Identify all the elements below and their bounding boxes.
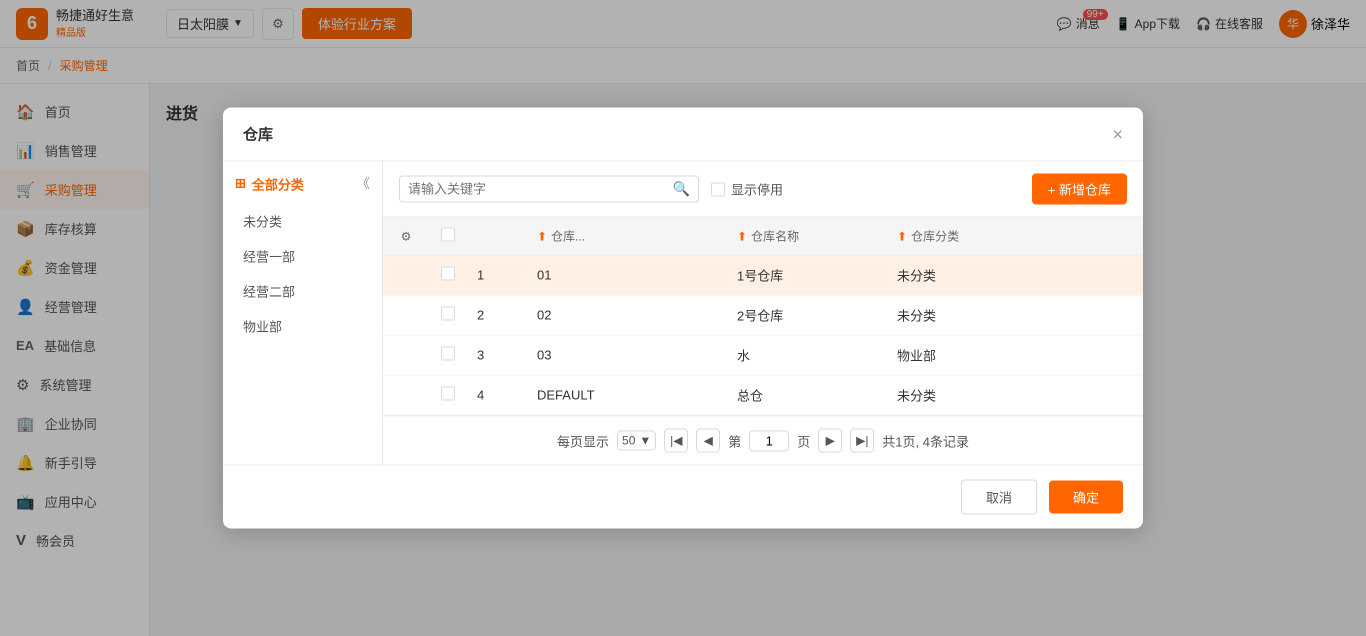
warehouse-table: ⚙ ⬆仓库... ⬆仓库名称 ⬆仓库分类 1 01 1号仓库 未分类 2 02 …: [383, 218, 1143, 416]
category-header: ⊞ 全部分类 《: [223, 174, 382, 204]
table-area: 🔍 显示停用 + 新增仓库 ⚙ ⬆仓库... ⬆仓库名称 ⬆仓库分类: [383, 162, 1143, 465]
row-check-1: [429, 255, 465, 295]
search-input-wrap: 🔍: [399, 176, 699, 203]
row-check-2: [429, 295, 465, 335]
table-scroll: ⚙ ⬆仓库... ⬆仓库名称 ⬆仓库分类 1 01 1号仓库 未分类 2 02 …: [383, 218, 1143, 416]
category-item-3[interactable]: 物业部: [223, 309, 382, 344]
category-item-2[interactable]: 经营二部: [223, 274, 382, 309]
modal-body: ⊞ 全部分类 《 未分类 经营一部 经营二部 物业部 🔍 显示停用: [223, 162, 1143, 465]
row-cat-3: 物业部: [885, 335, 1143, 375]
row-settings-1: [383, 255, 429, 295]
page-number-input[interactable]: [749, 430, 789, 451]
confirm-button[interactable]: 确定: [1049, 481, 1123, 514]
col-settings-header: ⚙: [383, 218, 429, 256]
row-cat-4: 未分类: [885, 375, 1143, 415]
table-row[interactable]: 1 01 1号仓库 未分类: [383, 255, 1143, 295]
row-settings-3: [383, 335, 429, 375]
row-checkbox-1[interactable]: [441, 267, 455, 281]
per-page-chevron: ▼: [639, 434, 651, 448]
pagination: 每页显示 50 ▼ |◀ ◀ 第 页 ▶ ▶| 共1页, 4条记录: [383, 416, 1143, 465]
modal-close-button[interactable]: ×: [1112, 125, 1123, 143]
row-name-4: 总仓: [725, 375, 885, 415]
row-num-4: 4: [465, 375, 525, 415]
row-num-3: 3: [465, 335, 525, 375]
col-code-header: ⬆仓库...: [525, 218, 725, 256]
category-sidebar: ⊞ 全部分类 《 未分类 经营一部 经营二部 物业部: [223, 162, 383, 465]
row-code-1: 01: [525, 255, 725, 295]
table-row[interactable]: 4 DEFAULT 总仓 未分类: [383, 375, 1143, 415]
table-body: 1 01 1号仓库 未分类 2 02 2号仓库 未分类 3 03 水 物业部: [383, 255, 1143, 415]
page-prev-button[interactable]: ◀: [696, 429, 720, 453]
per-page-select[interactable]: 50 ▼: [617, 431, 656, 451]
select-all-checkbox[interactable]: [441, 228, 455, 242]
per-page-value: 50: [622, 434, 635, 448]
row-settings-2: [383, 295, 429, 335]
show-disabled-text: 显示停用: [731, 180, 783, 199]
all-categories-item[interactable]: ⊞ 全部分类: [235, 174, 304, 193]
search-input[interactable]: [408, 182, 667, 197]
row-name-3: 水: [725, 335, 885, 375]
modal-header: 仓库 ×: [223, 108, 1143, 162]
total-label: 共1页, 4条记录: [882, 431, 969, 450]
col-cat-header: ⬆仓库分类: [885, 218, 1143, 256]
row-name-1: 1号仓库: [725, 255, 885, 295]
warehouse-modal: 仓库 × ⊞ 全部分类 《 未分类 经营一部 经营二部 物业部 🔍: [223, 108, 1143, 529]
col-num-header: [465, 218, 525, 256]
row-checkbox-2[interactable]: [441, 307, 455, 321]
show-disabled-checkbox[interactable]: [711, 182, 725, 196]
row-num-1: 1: [465, 255, 525, 295]
row-checkbox-3[interactable]: [441, 347, 455, 361]
row-code-2: 02: [525, 295, 725, 335]
show-disabled-label[interactable]: 显示停用: [711, 180, 783, 199]
row-settings-4: [383, 375, 429, 415]
category-item-uncategorized[interactable]: 未分类: [223, 204, 382, 239]
row-check-4: [429, 375, 465, 415]
category-item-1[interactable]: 经营一部: [223, 239, 382, 274]
search-icon: 🔍: [673, 181, 690, 198]
table-head: ⚙ ⬆仓库... ⬆仓库名称 ⬆仓库分类: [383, 218, 1143, 256]
page-next-button[interactable]: ▶: [818, 429, 842, 453]
table-row[interactable]: 3 03 水 物业部: [383, 335, 1143, 375]
grid-icon: ⊞: [235, 176, 246, 192]
row-code-3: 03: [525, 335, 725, 375]
row-name-2: 2号仓库: [725, 295, 885, 335]
row-cat-1: 未分类: [885, 255, 1143, 295]
cancel-button[interactable]: 取消: [961, 480, 1037, 515]
row-cat-2: 未分类: [885, 295, 1143, 335]
modal-footer: 取消 确定: [223, 465, 1143, 529]
col-check-header: [429, 218, 465, 256]
col-name-header: ⬆仓库名称: [725, 218, 885, 256]
page-last-button[interactable]: ▶|: [850, 429, 874, 453]
row-num-2: 2: [465, 295, 525, 335]
row-code-4: DEFAULT: [525, 375, 725, 415]
modal-title: 仓库: [243, 124, 273, 145]
settings-icon: ⚙: [401, 229, 412, 243]
page-first-button[interactable]: |◀: [664, 429, 688, 453]
per-page-label: 每页显示: [557, 431, 609, 450]
table-toolbar: 🔍 显示停用 + 新增仓库: [383, 162, 1143, 218]
table-row[interactable]: 2 02 2号仓库 未分类: [383, 295, 1143, 335]
row-check-3: [429, 335, 465, 375]
page-suffix: 页: [797, 431, 810, 450]
add-warehouse-button[interactable]: + 新增仓库: [1032, 174, 1127, 205]
page-label: 第: [728, 431, 741, 450]
row-checkbox-4[interactable]: [441, 387, 455, 401]
collapse-icon[interactable]: 《: [356, 174, 370, 194]
all-categories-label: 全部分类: [252, 174, 304, 193]
